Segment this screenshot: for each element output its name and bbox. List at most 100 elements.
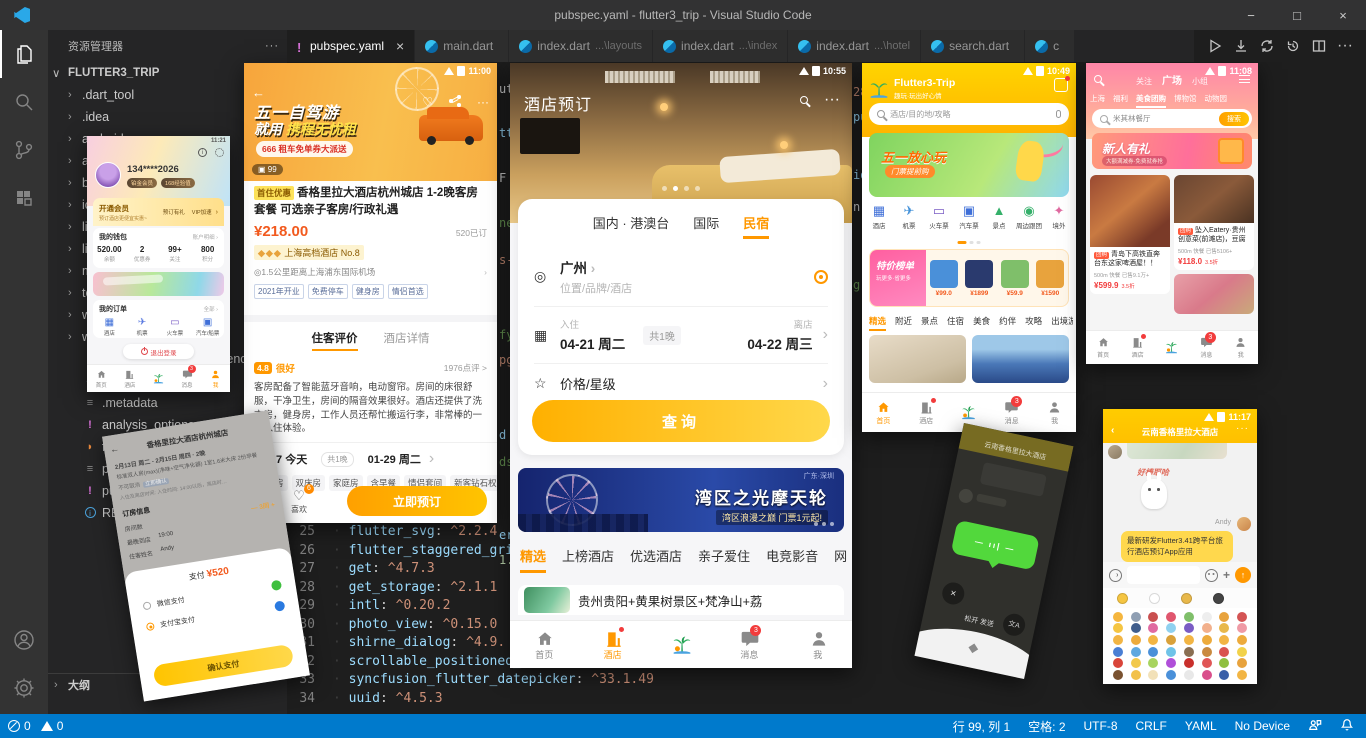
like-button[interactable]: ♡ 喜欢 6 [284,488,314,515]
order-type[interactable]: ▣ 汽车/船票 [191,317,224,337]
source-control-icon[interactable] [0,126,48,174]
deal-tile[interactable]: ¥1590 [1035,260,1065,297]
book-now-button[interactable]: 立即预订 [347,486,487,516]
emoji[interactable] [1219,658,1229,668]
emoji[interactable] [1202,635,1212,645]
emoji[interactable] [1166,647,1176,657]
emoji[interactable] [1237,612,1247,622]
emoji[interactable] [1113,635,1123,645]
deal-tile[interactable]: ¥99.0 [929,260,959,297]
list-tab[interactable]: 上榜酒店 [562,546,614,573]
radio-unselected[interactable] [142,601,151,610]
calendar-icon[interactable] [1054,78,1068,92]
home-tab[interactable]: 精选 [869,315,886,331]
nav-item[interactable]: 酒店 [124,369,135,389]
editor-tab[interactable]: main.dart [415,30,509,62]
emoji[interactable] [1166,612,1176,622]
history-icon[interactable] [1280,33,1306,59]
cursor-position[interactable]: 行 99, 列 1 [953,718,1010,735]
device-selector[interactable]: No Device [1235,719,1290,733]
nav-item[interactable]: 酒店 [604,629,622,661]
emoji[interactable] [1131,647,1141,657]
voice-icon[interactable] [1109,569,1122,582]
nav-item[interactable]: 消息 [182,369,193,389]
wallet-detail-link[interactable]: 账户明细 › [193,233,218,241]
nav-item[interactable] [1165,341,1178,355]
editor-tab[interactable]: index.dart ...\index [653,30,788,62]
locate-icon[interactable] [814,270,828,284]
logout-button[interactable]: 退出登录 [123,344,194,359]
photo-count-badge[interactable]: ▣ 99 [252,164,283,175]
search-bar[interactable]: 米其林餐厅 搜索 [1092,109,1252,128]
city-value[interactable]: 广州 › [560,257,632,277]
notifications-bell-icon[interactable] [1340,718,1354,735]
back-icon[interactable]: ← [109,443,119,454]
sync-icon[interactable] [1254,33,1280,59]
emoji[interactable] [1219,635,1229,645]
nav-item[interactable] [153,373,164,385]
category-tab[interactable]: 动物园 [1205,93,1228,108]
promo-banner[interactable]: 五一放心玩 门票提前购 [869,133,1069,197]
settings-gear-icon[interactable] [215,148,224,157]
emoji[interactable] [1166,658,1176,668]
emoji[interactable] [1148,623,1158,633]
nav-item[interactable]: 我 [809,629,827,661]
eol-setting[interactable]: CRLF [1136,719,1167,733]
emoji[interactable] [1184,635,1194,645]
indent-setting[interactable]: 空格: 2 [1028,718,1065,735]
distance-row[interactable]: ◎ 1.5公里距离上海浦东国际机场› [250,261,491,278]
nav-item[interactable]: 首页 [535,629,553,661]
emoji[interactable] [1202,623,1212,633]
review-count[interactable]: 1976点评 > [444,362,487,374]
emoji[interactable] [1184,670,1194,680]
groupon-card[interactable]: 团购青岛下高铁直奔台东这家啤酒屋！！ 500m 快餐 已售9.1万+ ¥599.… [1090,175,1170,294]
list-tab[interactable]: 精选 [520,546,546,573]
editor-tab[interactable]: index.dart ...\layouts [509,30,653,62]
region-tab[interactable]: 国际 [693,213,719,239]
editor-tab[interactable]: c [1025,30,1075,62]
order-type[interactable]: ✈ 机票 [126,317,159,337]
emoji[interactable] [1202,670,1212,680]
nav-item[interactable]: 我 [210,369,221,389]
food-photo[interactable] [1174,274,1254,314]
service-item[interactable]: ▦ 酒店 [864,203,894,230]
category-tab[interactable]: 博物馆 [1174,93,1197,108]
emoji-category-tab[interactable] [1143,590,1165,606]
search-icon[interactable] [1094,75,1102,83]
community-tab[interactable]: 关注 [1136,76,1152,87]
list-item[interactable]: 贵州贵阳+黄果树景区+梵净山+荔 [518,585,844,615]
category-tab[interactable]: 美食团购 [1136,93,1166,108]
home-tab[interactable]: 住宿 [947,315,964,331]
info-icon[interactable]: i [198,148,207,157]
cancel-record-button[interactable]: × [940,580,966,606]
deal-tile[interactable]: ¥1899 [964,260,994,297]
region-tab[interactable]: 国内 · 港澳台 [593,213,670,239]
search-button[interactable]: 搜索 [1219,112,1249,126]
emoji[interactable] [1237,635,1247,645]
service-item[interactable]: ▣ 汽车票 [954,203,984,230]
search-icon[interactable] [800,96,808,104]
home-tab[interactable]: 约伴 [999,315,1016,331]
service-item[interactable]: ✦ 境外 [1044,203,1074,230]
emoji-category-tab[interactable] [1207,590,1229,606]
emoji[interactable] [1237,658,1247,668]
vip-link[interactable]: 预订有礼 [163,208,185,216]
home-tab[interactable]: 出境游 [1051,315,1073,331]
nav-item[interactable]: 消息 [1200,336,1213,359]
more-icon[interactable]: ··· [1236,423,1249,434]
newcomer-banner[interactable]: 新人有礼 大额满减券·免费就券抢 [1092,133,1252,169]
emoji[interactable] [1113,647,1123,657]
settings-gear-icon[interactable] [0,664,48,712]
emoji[interactable] [1184,623,1194,633]
city-hint[interactable]: 位置/品牌/酒店 [560,280,632,296]
nav-item[interactable]: 消息 [1004,400,1019,426]
encoding[interactable]: UTF-8 [1084,719,1118,733]
nav-item[interactable]: 消息 [740,629,758,661]
groupon-card[interactable]: 团购坠入Eatery·贵州创意菜(前滩店)，豆腐丸子超… 500m 快餐 已售5… [1174,175,1254,270]
community-tab[interactable]: 广场 [1162,72,1182,87]
extensions-icon[interactable] [0,174,48,222]
emoji[interactable] [1202,612,1212,622]
wallet-stat[interactable]: 800 积分 [191,245,224,263]
close-button[interactable]: × [1320,0,1366,30]
emoji[interactable] [1113,658,1123,668]
